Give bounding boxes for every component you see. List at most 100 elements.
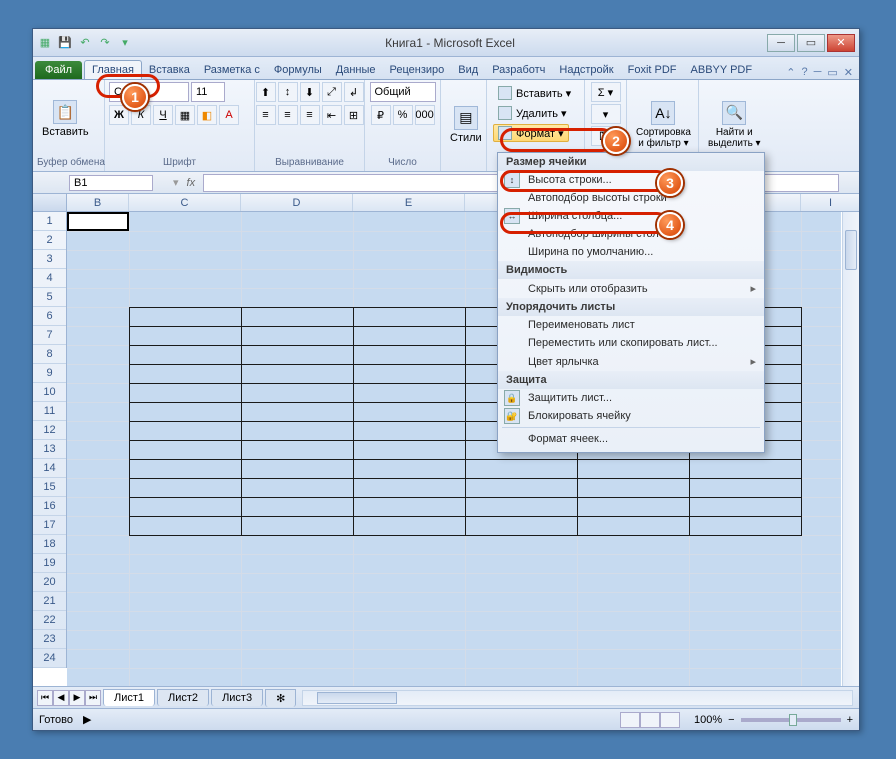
view-layout-button[interactable] [640, 712, 660, 728]
zoom-slider[interactable] [741, 718, 841, 722]
fill-button[interactable]: ▾ [591, 104, 621, 124]
align-top-button[interactable]: ⬆ [256, 82, 276, 102]
row-header-9[interactable]: 9 [33, 364, 66, 383]
tab-file[interactable]: Файл [35, 61, 82, 79]
number-format-combo[interactable]: Общий [370, 82, 436, 102]
row-header-20[interactable]: 20 [33, 573, 66, 592]
col-header-E[interactable]: E [353, 194, 465, 211]
sort-filter-button[interactable]: A↓Сортировка и фильтр ▾ [631, 98, 696, 152]
tab-foxit[interactable]: Foxit PDF [621, 61, 684, 79]
col-header-C[interactable]: C [129, 194, 241, 211]
sheet-nav-next[interactable]: ▶ [69, 690, 85, 706]
select-all-corner[interactable] [33, 194, 67, 211]
row-header-4[interactable]: 4 [33, 269, 66, 288]
menu-autofit-row[interactable]: Автоподбор высоты строки [498, 189, 764, 207]
row-header-19[interactable]: 19 [33, 554, 66, 573]
row-header-12[interactable]: 12 [33, 421, 66, 440]
find-select-button[interactable]: 🔍Найти и выделить ▾ [703, 98, 766, 152]
zoom-level[interactable]: 100% [694, 714, 722, 726]
tab-formulas[interactable]: Формулы [267, 61, 329, 79]
row-header-14[interactable]: 14 [33, 459, 66, 478]
styles-button[interactable]: ▤Стили [445, 103, 487, 147]
row-header-11[interactable]: 11 [33, 402, 66, 421]
doc-restore-icon[interactable]: ▭ [827, 66, 837, 79]
percent-button[interactable]: % [393, 105, 413, 125]
sheet-tab-1[interactable]: Лист1 [103, 689, 155, 706]
row-header-17[interactable]: 17 [33, 516, 66, 535]
col-header-D[interactable]: D [241, 194, 353, 211]
row-header-23[interactable]: 23 [33, 630, 66, 649]
menu-move-copy-sheet[interactable]: Переместить или скопировать лист... [498, 334, 764, 352]
row-header-21[interactable]: 21 [33, 592, 66, 611]
comma-button[interactable]: 000 [415, 105, 435, 125]
row-header-8[interactable]: 8 [33, 345, 66, 364]
align-left-button[interactable]: ≡ [256, 105, 276, 125]
tab-layout[interactable]: Разметка с [197, 61, 267, 79]
font-size-combo[interactable]: 11 [191, 82, 225, 102]
tab-insert[interactable]: Вставка [142, 61, 197, 79]
maximize-button[interactable]: ▭ [797, 34, 825, 52]
menu-column-width[interactable]: ↔Ширина столбца... [498, 207, 764, 225]
horizontal-scrollbar[interactable] [302, 690, 853, 706]
help-icon[interactable]: ? [801, 66, 807, 79]
row-header-6[interactable]: 6 [33, 307, 66, 326]
save-icon[interactable]: 💾 [57, 35, 73, 51]
row-header-5[interactable]: 5 [33, 288, 66, 307]
tab-addins[interactable]: Надстройк [552, 61, 620, 79]
tab-abbyy[interactable]: ABBYY PDF [684, 61, 760, 79]
view-break-button[interactable] [660, 712, 680, 728]
tab-home[interactable]: Главная [84, 60, 142, 79]
doc-minimize-icon[interactable]: ─ [814, 66, 822, 79]
row-header-16[interactable]: 16 [33, 497, 66, 516]
indent-dec-button[interactable]: ⇤ [322, 105, 342, 125]
merge-button[interactable]: ⊞ [344, 105, 364, 125]
row-headers[interactable]: 123456789101112131415161718192021222324 [33, 212, 67, 668]
view-normal-button[interactable] [620, 712, 640, 728]
row-header-13[interactable]: 13 [33, 440, 66, 459]
hscroll-thumb[interactable] [317, 692, 397, 704]
menu-default-width[interactable]: Ширина по умолчанию... [498, 243, 764, 261]
format-cells-button[interactable]: Формат ▾ [493, 124, 569, 142]
row-header-22[interactable]: 22 [33, 611, 66, 630]
scroll-thumb[interactable] [845, 230, 857, 270]
new-sheet-button[interactable]: ✻ [265, 689, 296, 707]
fill-color-button[interactable]: ◧ [197, 105, 217, 125]
close-button[interactable]: ✕ [827, 34, 855, 52]
underline-button[interactable]: Ч [153, 105, 173, 125]
orientation-button[interactable]: ⤢ [322, 82, 342, 102]
tab-review[interactable]: Рецензиро [383, 61, 452, 79]
col-header-I[interactable]: I [801, 194, 859, 211]
paste-button[interactable]: 📋Вставить [37, 97, 94, 141]
insert-cells-button[interactable]: Вставить ▾ [493, 84, 576, 102]
row-header-24[interactable]: 24 [33, 649, 66, 668]
row-header-2[interactable]: 2 [33, 231, 66, 250]
currency-button[interactable]: ₽ [371, 105, 391, 125]
fx-icon[interactable]: fx [187, 177, 196, 189]
zoom-in-button[interactable]: + [847, 714, 853, 726]
zoom-out-button[interactable]: − [728, 714, 734, 726]
vertical-scrollbar[interactable] [842, 212, 859, 686]
macro-icon[interactable]: ▶ [83, 713, 91, 726]
row-header-1[interactable]: 1 [33, 212, 66, 231]
row-header-7[interactable]: 7 [33, 326, 66, 345]
col-header-B[interactable]: B [67, 194, 129, 211]
bold-button[interactable]: Ж [109, 105, 129, 125]
menu-rename-sheet[interactable]: Переименовать лист [498, 316, 764, 334]
wrap-button[interactable]: ↲ [344, 82, 364, 102]
tab-view[interactable]: Вид [451, 61, 485, 79]
font-color-button[interactable]: A [219, 105, 239, 125]
sheet-tab-2[interactable]: Лист2 [157, 689, 209, 706]
font-name-combo[interactable]: Calibri [109, 82, 189, 102]
row-header-3[interactable]: 3 [33, 250, 66, 269]
sheet-nav-last[interactable]: ⏭ [85, 690, 101, 706]
sheet-nav-prev[interactable]: ◀ [53, 690, 69, 706]
menu-hide-unhide[interactable]: Скрыть или отобразить▸ [498, 279, 764, 298]
active-cell[interactable] [67, 212, 129, 231]
name-box[interactable]: B1 [69, 175, 153, 191]
row-header-15[interactable]: 15 [33, 478, 66, 497]
qat-dropdown-icon[interactable]: ▾ [117, 35, 133, 51]
align-bot-button[interactable]: ⬇ [300, 82, 320, 102]
align-center-button[interactable]: ≡ [278, 105, 298, 125]
redo-icon[interactable]: ↷ [97, 35, 113, 51]
undo-icon[interactable]: ↶ [77, 35, 93, 51]
